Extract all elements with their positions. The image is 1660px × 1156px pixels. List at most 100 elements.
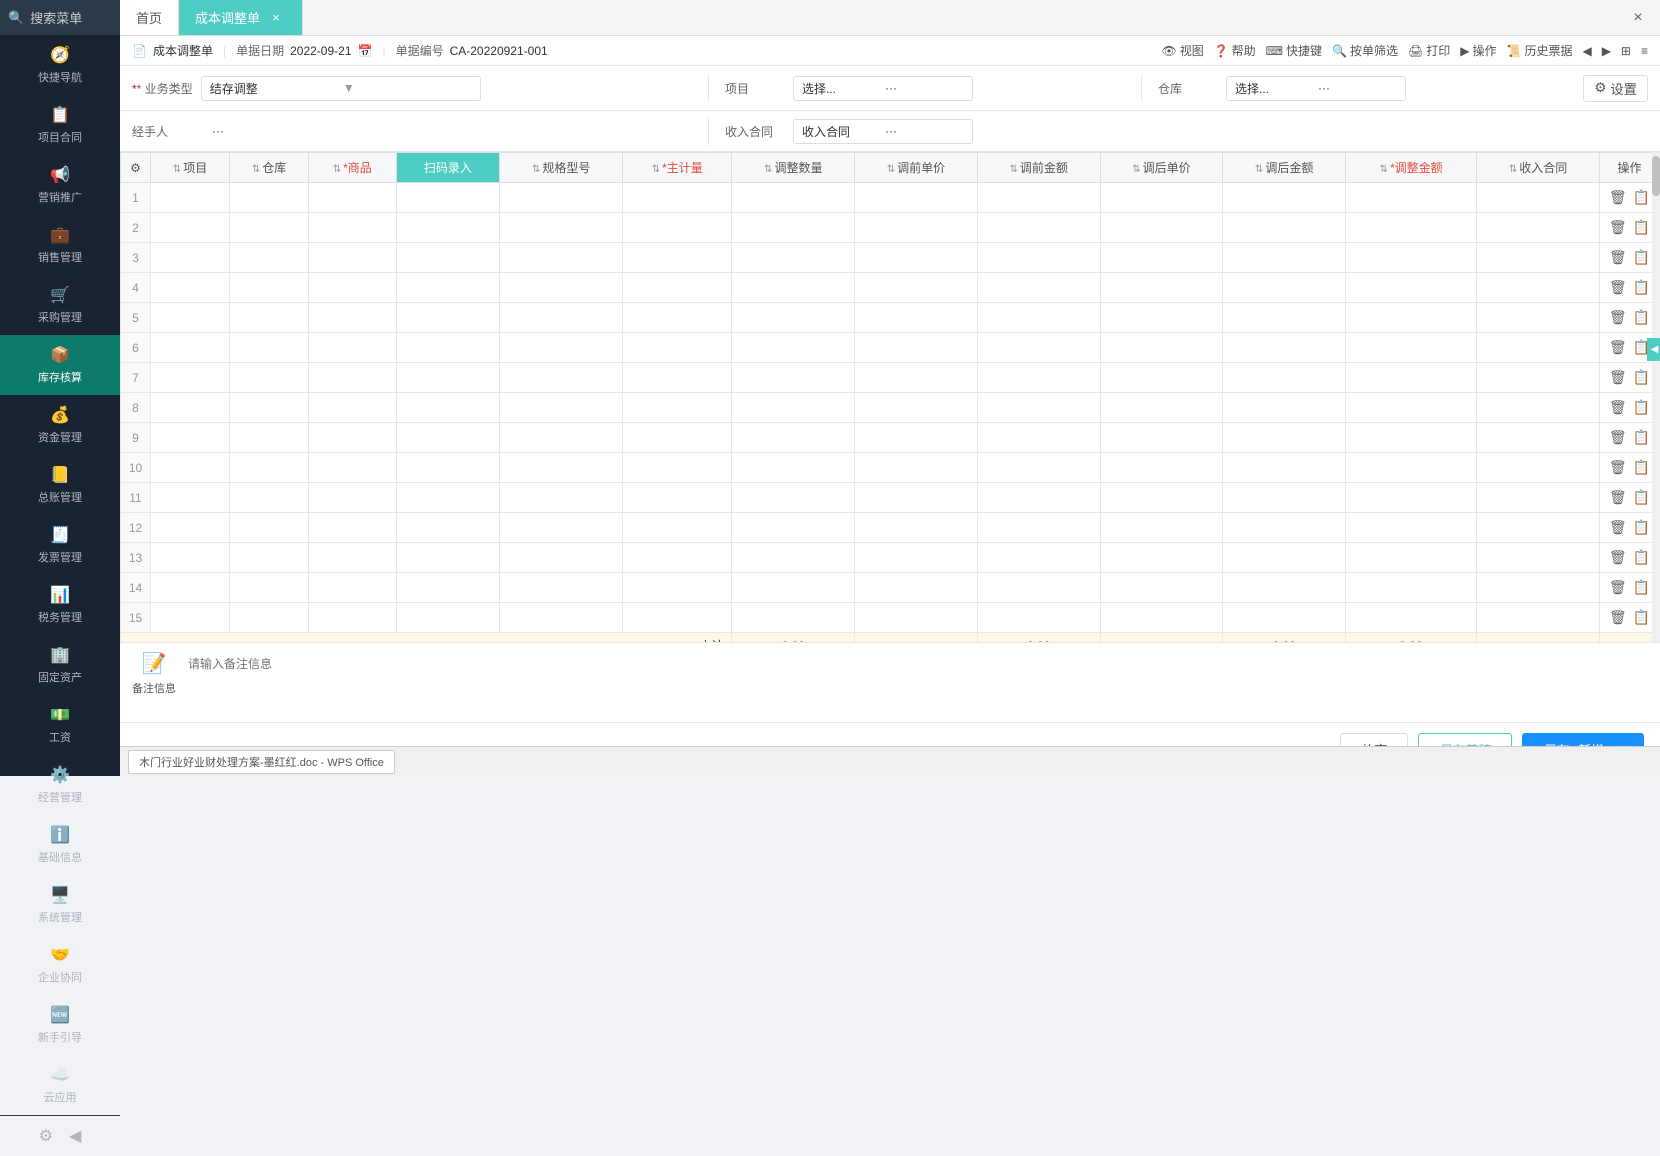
delete-row-btn[interactable]: 🗑 (1606, 337, 1630, 358)
list-view-icon[interactable]: ≡ (1641, 44, 1648, 58)
table-cell[interactable] (732, 483, 855, 513)
table-cell[interactable] (396, 393, 500, 423)
warehouse-dots[interactable]: ··· (1318, 81, 1397, 95)
table-cell[interactable] (1477, 273, 1600, 303)
table-cell[interactable] (732, 573, 855, 603)
sidebar-collapse-icon[interactable]: ◀ (69, 1126, 81, 1146)
print-btn[interactable]: 🖨 打印 (1408, 42, 1450, 59)
biz-type-select[interactable]: 结存调整 ▼ (201, 76, 481, 101)
table-cell[interactable] (1345, 453, 1476, 483)
table-cell[interactable] (623, 453, 732, 483)
table-cell[interactable] (623, 423, 732, 453)
table-cell[interactable] (230, 303, 309, 333)
table-cell[interactable] (230, 543, 309, 573)
sidebar-item-purchase-mgmt[interactable]: 🛒 采购管理 (0, 275, 120, 335)
table-cell[interactable] (396, 573, 500, 603)
table-cell[interactable] (500, 273, 623, 303)
table-cell[interactable] (230, 183, 309, 213)
table-cell[interactable] (623, 333, 732, 363)
notes-input[interactable] (188, 651, 1648, 701)
sidebar-item-fixed-assets[interactable]: 🏢 固定资产 (0, 635, 120, 695)
warehouse-select[interactable]: 选择... ··· (1226, 76, 1406, 101)
table-cell[interactable] (151, 543, 230, 573)
table-cell[interactable] (1345, 543, 1476, 573)
table-cell[interactable] (230, 243, 309, 273)
table-cell[interactable] (623, 183, 732, 213)
table-cell[interactable] (1477, 573, 1600, 603)
table-cell[interactable] (977, 543, 1100, 573)
table-cell[interactable] (309, 483, 397, 513)
table-cell[interactable] (230, 453, 309, 483)
table-cell[interactable] (1100, 603, 1223, 633)
table-cell[interactable] (977, 513, 1100, 543)
sidebar-item-sys-mgmt[interactable]: 🖥️ 系统管理 (0, 875, 120, 935)
copy-row-btn[interactable]: 📋 (1630, 307, 1653, 328)
table-cell[interactable] (309, 423, 397, 453)
table-cell[interactable] (309, 183, 397, 213)
table-cell[interactable] (855, 213, 978, 243)
table-cell[interactable] (732, 183, 855, 213)
table-cell[interactable] (230, 513, 309, 543)
table-cell[interactable] (732, 213, 855, 243)
table-cell[interactable] (309, 393, 397, 423)
table-cell[interactable] (500, 333, 623, 363)
table-cell[interactable] (623, 243, 732, 273)
copy-row-btn[interactable]: 📋 (1630, 457, 1653, 478)
table-cell[interactable] (1223, 543, 1346, 573)
table-cell[interactable] (1100, 543, 1223, 573)
table-cell[interactable] (855, 573, 978, 603)
copy-row-btn[interactable]: 📋 (1630, 277, 1653, 298)
table-cell[interactable] (1100, 213, 1223, 243)
table-cell[interactable] (230, 213, 309, 243)
copy-row-btn[interactable]: 📋 (1630, 487, 1653, 508)
table-cell[interactable] (500, 573, 623, 603)
table-cell[interactable] (855, 453, 978, 483)
table-cell[interactable] (230, 273, 309, 303)
shortcut-btn[interactable]: ⌨ 快捷键 (1266, 42, 1322, 59)
table-cell[interactable] (309, 243, 397, 273)
table-cell[interactable] (396, 303, 500, 333)
project-select[interactable]: 选择... ··· (793, 76, 973, 101)
table-cell[interactable] (1345, 363, 1476, 393)
table-cell[interactable] (1223, 213, 1346, 243)
table-cell[interactable] (1477, 513, 1600, 543)
table-cell[interactable] (1223, 453, 1346, 483)
table-cell[interactable] (396, 453, 500, 483)
table-cell[interactable] (396, 183, 500, 213)
table-cell[interactable] (1100, 363, 1223, 393)
table-cell[interactable] (1345, 423, 1476, 453)
table-cell[interactable] (396, 363, 500, 393)
table-cell[interactable] (230, 423, 309, 453)
table-cell[interactable] (855, 273, 978, 303)
delete-row-btn[interactable]: 🗑 (1606, 487, 1630, 508)
table-cell[interactable] (1345, 513, 1476, 543)
table-cell[interactable] (1100, 303, 1223, 333)
table-cell[interactable] (151, 213, 230, 243)
table-cell[interactable] (500, 213, 623, 243)
col-gear[interactable]: ⚙ (121, 153, 151, 183)
sidebar-item-sales-mgmt[interactable]: 💼 销售管理 (0, 215, 120, 275)
table-cell[interactable] (1477, 453, 1600, 483)
table-cell[interactable] (732, 603, 855, 633)
table-cell[interactable] (1477, 213, 1600, 243)
delete-row-btn[interactable]: 🗑 (1606, 277, 1630, 298)
table-cell[interactable] (732, 273, 855, 303)
table-cell[interactable] (1100, 453, 1223, 483)
income-contract-dots[interactable]: ··· (885, 124, 964, 138)
sidebar-item-invoice-mgmt[interactable]: 🧾 发票管理 (0, 515, 120, 575)
table-cell[interactable] (500, 483, 623, 513)
table-cell[interactable] (1345, 303, 1476, 333)
table-cell[interactable] (623, 603, 732, 633)
sidebar-item-tax-mgmt[interactable]: 📊 税务管理 (0, 575, 120, 635)
table-cell[interactable] (1345, 183, 1476, 213)
table-cell[interactable] (855, 603, 978, 633)
table-cell[interactable] (396, 543, 500, 573)
table-cell[interactable] (623, 543, 732, 573)
table-cell[interactable] (1345, 603, 1476, 633)
table-cell[interactable] (1345, 333, 1476, 363)
copy-row-btn[interactable]: 📋 (1630, 607, 1653, 628)
help-btn[interactable]: ❓ 帮助 (1214, 42, 1256, 59)
table-cell[interactable] (623, 393, 732, 423)
table-cell[interactable] (732, 453, 855, 483)
table-cell[interactable] (309, 363, 397, 393)
